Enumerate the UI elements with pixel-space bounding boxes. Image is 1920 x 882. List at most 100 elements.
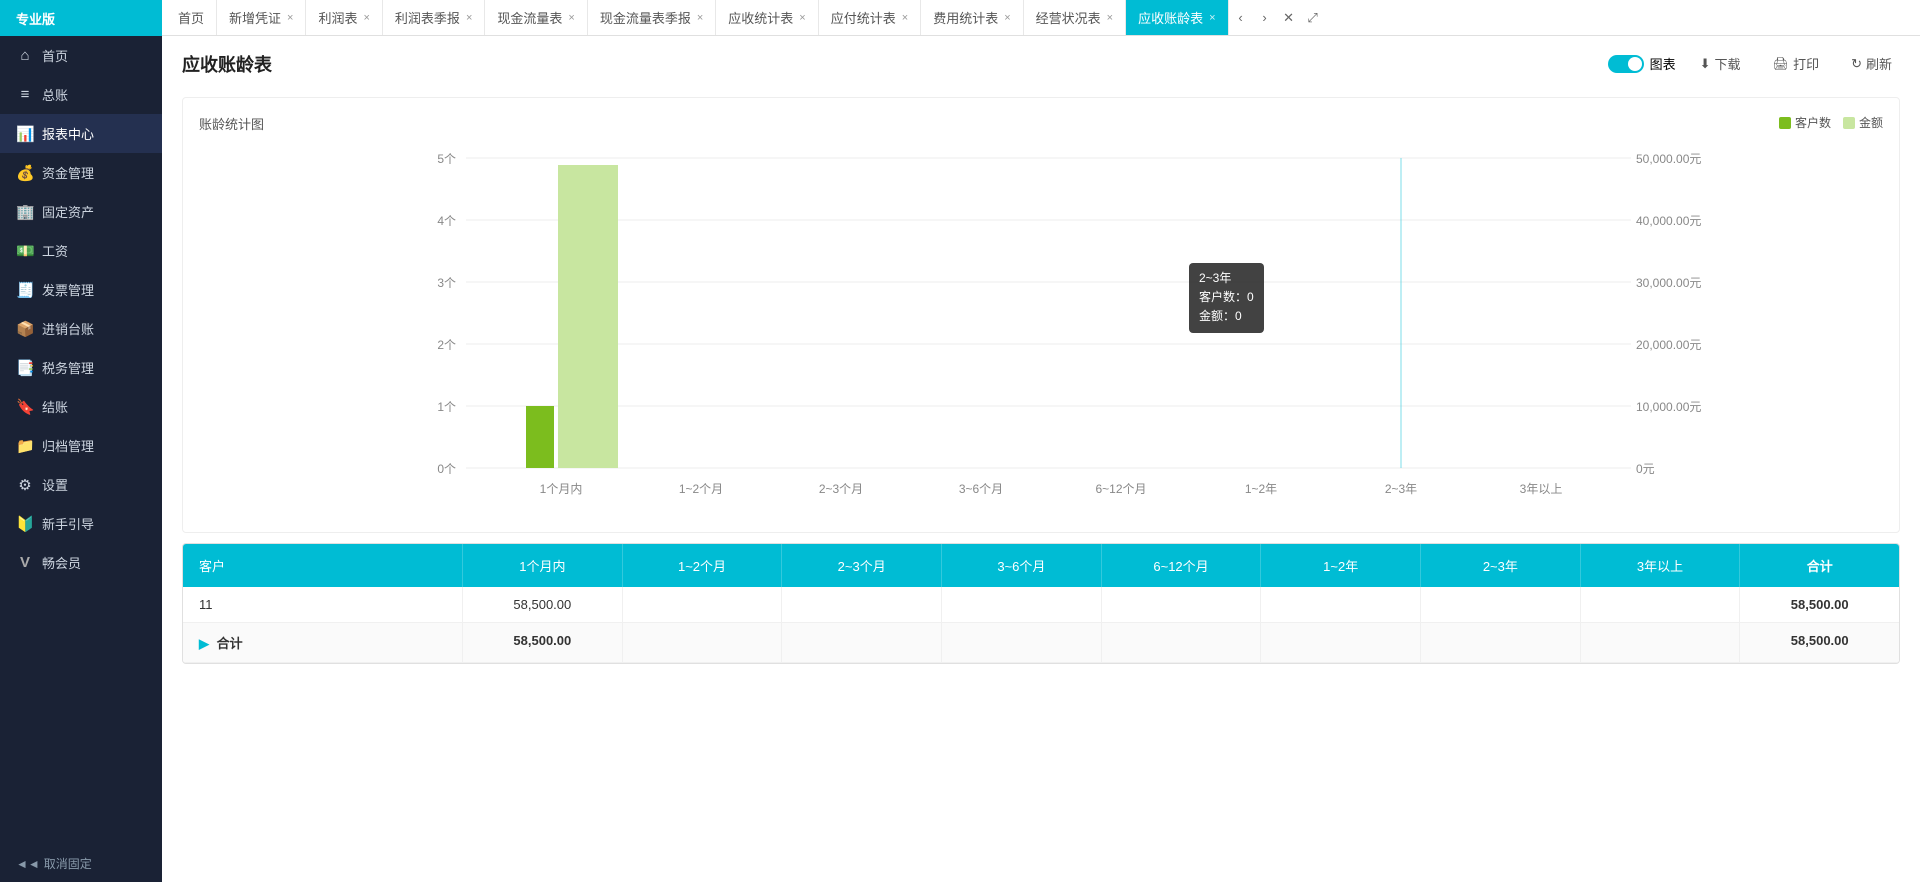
tab-nav-right[interactable]: › xyxy=(1253,0,1277,36)
download-icon: ⬇ xyxy=(1700,56,1711,72)
vip-icon: V xyxy=(16,554,34,571)
sidebar-item-funds[interactable]: 💰 资金管理 xyxy=(0,153,162,192)
guide-icon: 🔰 xyxy=(16,515,34,533)
tab-profit-q-label: 利润表季报 xyxy=(395,8,460,27)
sidebar-item-funds-label: 资金管理 xyxy=(42,163,94,182)
tab-profit-close[interactable]: × xyxy=(363,12,369,24)
svg-text:1个: 1个 xyxy=(437,400,456,414)
tab-ar-stat[interactable]: 应收统计表 × xyxy=(716,0,818,36)
tab-voucher-close[interactable]: × xyxy=(287,12,293,24)
sidebar-item-salary[interactable]: 💵 工资 xyxy=(0,231,162,270)
tab-profit-label: 利润表 xyxy=(318,8,357,27)
archive-icon: 📁 xyxy=(16,437,34,455)
svg-text:30,000.00元: 30,000.00元 xyxy=(1636,276,1701,290)
table-total-row: ▶ 合计 58,500.00 58,500.00 xyxy=(183,623,1899,663)
sidebar-item-settle[interactable]: 🔖 结账 xyxy=(0,387,162,426)
tab-cashflow-close[interactable]: × xyxy=(568,12,574,24)
toggle-track[interactable] xyxy=(1608,55,1644,73)
invoice-icon: 🧾 xyxy=(16,281,34,299)
tab-profit-q[interactable]: 利润表季报 × xyxy=(383,0,485,36)
tab-nav-left[interactable]: ‹ xyxy=(1229,0,1253,36)
tab-cashflow-q-label: 现金流量表季报 xyxy=(600,8,691,27)
sidebar-item-assets[interactable]: 🏢 固定资产 xyxy=(0,192,162,231)
svg-text:50,000.00元: 50,000.00元 xyxy=(1636,152,1701,166)
svg-text:40,000.00元: 40,000.00元 xyxy=(1636,214,1701,228)
sidebar-item-guide[interactable]: 🔰 新手引导 xyxy=(0,504,162,543)
sidebar-item-vip[interactable]: V 畅会员 xyxy=(0,543,162,582)
sidebar-footer-label: 取消固定 xyxy=(44,855,92,872)
svg-text:2~3年: 2~3年 xyxy=(1385,482,1417,496)
tab-ap-stat-close[interactable]: × xyxy=(902,12,908,24)
td-total-12y xyxy=(1261,623,1421,662)
tab-operation-label: 经营状况表 xyxy=(1036,8,1101,27)
svg-text:0个: 0个 xyxy=(437,462,456,476)
table-row: 11 58,500.00 58,500.00 xyxy=(183,587,1899,623)
page-content: 应收账龄表 图表 ⬇ 下载 🖨 打印 ↻ 刷新 xyxy=(162,36,1920,882)
chart-title: 账龄统计图 xyxy=(199,114,1883,133)
refresh-button[interactable]: ↻ 刷新 xyxy=(1843,50,1900,77)
tab-expand[interactable]: ⤢ xyxy=(1301,0,1325,36)
legend-amount-dot xyxy=(1843,117,1855,129)
th-customer: 客户 xyxy=(183,544,463,587)
refresh-icon: ↻ xyxy=(1851,56,1862,72)
tab-profit[interactable]: 利润表 × xyxy=(306,0,382,36)
tab-home[interactable]: 首页 xyxy=(166,0,217,36)
tab-voucher[interactable]: 新增凭证 × xyxy=(217,0,306,36)
sidebar-item-report[interactable]: 📊 报表中心 xyxy=(0,114,162,153)
tab-operation[interactable]: 经营状况表 × xyxy=(1024,0,1126,36)
td-23-0 xyxy=(782,587,942,622)
td-total-12 xyxy=(623,623,783,662)
download-button[interactable]: ⬇ 下载 xyxy=(1692,50,1749,77)
td-total-sum: 58,500.00 xyxy=(1740,623,1899,662)
tab-ar-stat-close[interactable]: × xyxy=(799,12,805,24)
tab-close-all[interactable]: ✕ xyxy=(1277,0,1301,36)
sidebar-item-invoice[interactable]: 🧾 发票管理 xyxy=(0,270,162,309)
tab-expense-close[interactable]: × xyxy=(1004,12,1010,24)
td-total-23 xyxy=(782,623,942,662)
tab-ar-aging-close[interactable]: × xyxy=(1209,12,1215,24)
tab-ar-aging-label: 应收账龄表 xyxy=(1138,8,1203,27)
tab-ap-stat[interactable]: 应付统计表 × xyxy=(819,0,921,36)
svg-text:4个: 4个 xyxy=(437,214,456,228)
total-label: 合计 xyxy=(217,636,243,651)
th-36: 3~6个月 xyxy=(942,544,1102,587)
tab-cashflow[interactable]: 现金流量表 × xyxy=(485,0,587,36)
sidebar-item-archive[interactable]: 📁 归档管理 xyxy=(0,426,162,465)
print-button[interactable]: 🖨 打印 xyxy=(1765,50,1828,77)
tab-expense[interactable]: 费用统计表 × xyxy=(921,0,1023,36)
sidebar-item-ledger[interactable]: ≡ 总账 xyxy=(0,75,162,114)
home-icon: ⌂ xyxy=(16,47,34,64)
sidebar: 专业版 ⌂ 首页 ≡ 总账 📊 报表中心 💰 资金管理 🏢 固定资产 💵 工资 … xyxy=(0,0,162,882)
chart-toggle[interactable]: 图表 xyxy=(1608,54,1676,73)
sidebar-item-settings[interactable]: ⚙ 设置 xyxy=(0,465,162,504)
tab-profit-q-close[interactable]: × xyxy=(466,12,472,24)
inout-icon: 📦 xyxy=(16,320,34,338)
th-12: 1~2个月 xyxy=(623,544,783,587)
th-612: 6~12个月 xyxy=(1102,544,1262,587)
legend-customer-dot xyxy=(1779,117,1791,129)
td-612-0 xyxy=(1102,587,1262,622)
sidebar-footer[interactable]: ◄◄ 取消固定 xyxy=(0,845,162,882)
tab-cashflow-q[interactable]: 现金流量表季报 × xyxy=(588,0,716,36)
sidebar-item-home-label: 首页 xyxy=(42,46,68,65)
sidebar-item-settle-label: 结账 xyxy=(42,397,68,416)
tab-cashflow-q-close[interactable]: × xyxy=(697,12,703,24)
tab-ap-stat-label: 应付统计表 xyxy=(831,8,896,27)
page-title: 应收账龄表 xyxy=(182,51,1608,77)
main-content: 首页 新增凭证 × 利润表 × 利润表季报 × 现金流量表 × 现金流量表季报 … xyxy=(162,0,1920,882)
sidebar-item-guide-label: 新手引导 xyxy=(42,514,94,533)
sidebar-item-salary-label: 工资 xyxy=(42,241,68,260)
td-23y-0 xyxy=(1421,587,1581,622)
tab-operation-close[interactable]: × xyxy=(1107,12,1113,24)
sidebar-item-tax-label: 税务管理 xyxy=(42,358,94,377)
sidebar-item-inout[interactable]: 📦 进销台账 xyxy=(0,309,162,348)
svg-text:3个: 3个 xyxy=(437,276,456,290)
td-customer-0: 11 xyxy=(183,587,463,622)
td-total-3y xyxy=(1581,623,1741,662)
svg-text:1~2个月: 1~2个月 xyxy=(679,482,723,496)
sidebar-item-home[interactable]: ⌂ 首页 xyxy=(0,36,162,75)
sidebar-item-tax[interactable]: 📑 税务管理 xyxy=(0,348,162,387)
refresh-label: 刷新 xyxy=(1866,54,1892,73)
toggle-thumb xyxy=(1628,57,1642,71)
tab-ar-aging[interactable]: 应收账龄表 × xyxy=(1126,0,1228,36)
